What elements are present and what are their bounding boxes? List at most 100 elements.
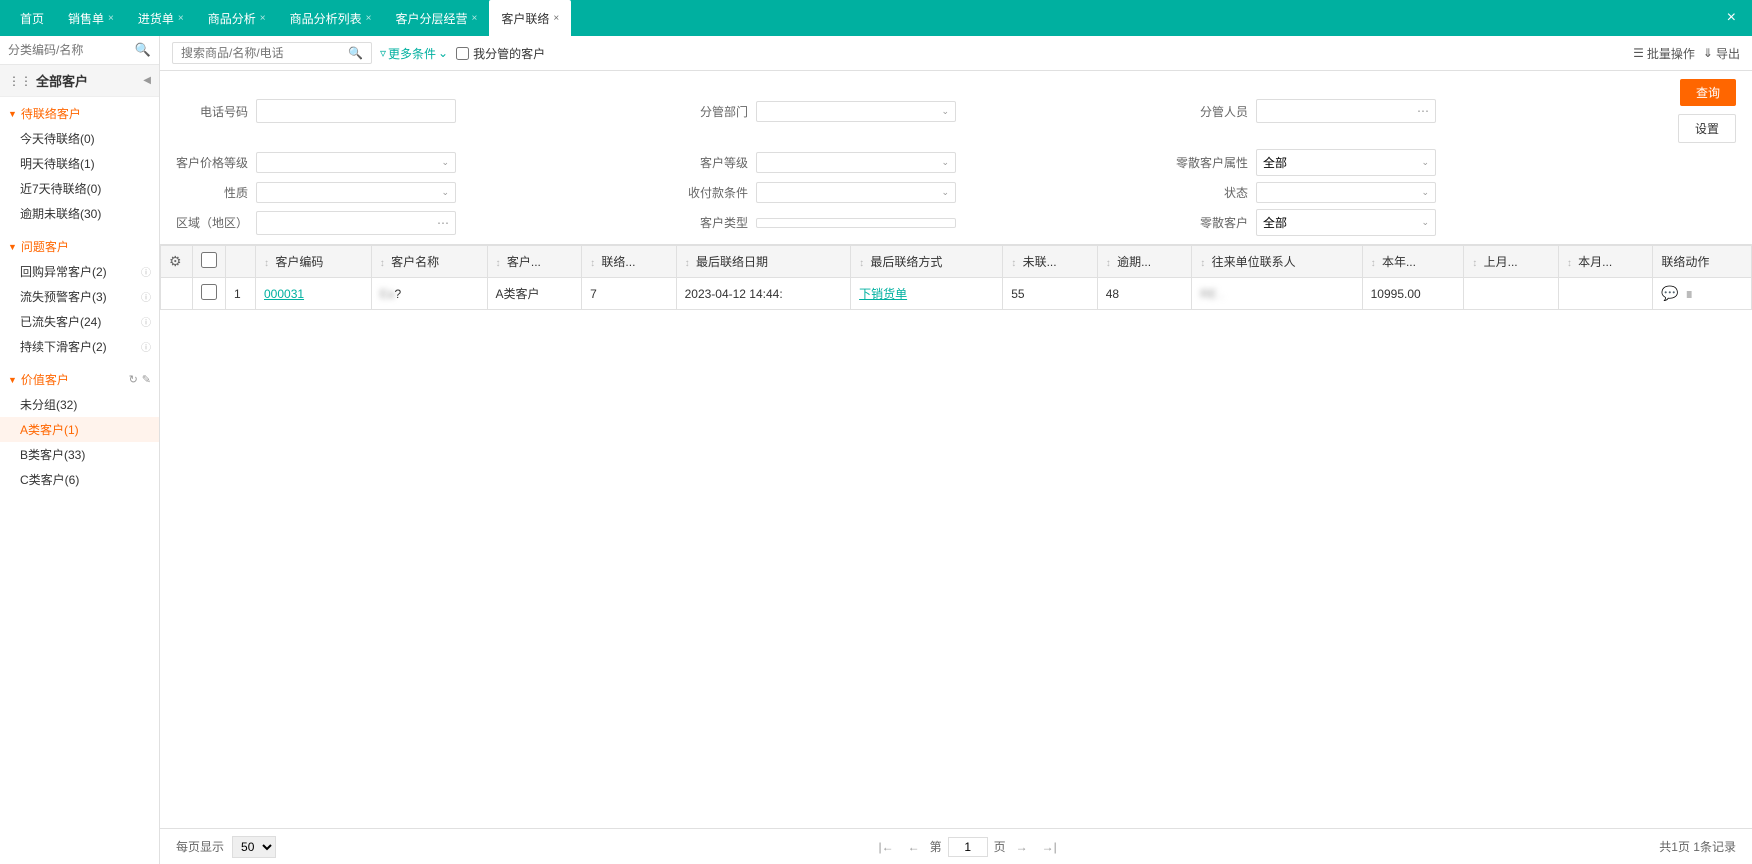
th-current-month[interactable]: ↕ 本月...: [1558, 246, 1653, 278]
filter-input-phone[interactable]: [256, 99, 456, 123]
query-button[interactable]: 查询: [1680, 79, 1736, 106]
row-checkbox[interactable]: [201, 284, 217, 300]
sidebar-search-icon[interactable]: 🔍: [135, 42, 151, 58]
th-customer-name[interactable]: ↕ 客户名称: [371, 246, 487, 278]
th-no-contact-days[interactable]: ↕ 未联...: [1003, 246, 1098, 278]
info-icon[interactable]: ⓘ: [141, 314, 151, 329]
chat-icon[interactable]: 💬: [1661, 285, 1678, 302]
filter-select-payment[interactable]: ⌄: [756, 182, 956, 203]
filter-select-status[interactable]: ⌄: [1256, 182, 1436, 203]
info-icon[interactable]: ⓘ: [141, 339, 151, 354]
sidebar-group-value-title[interactable]: ▼ 价值客户 ↻ ✎: [0, 367, 159, 392]
filter-search-input[interactable]: [181, 46, 344, 60]
sidebar-item-today[interactable]: 今天待联络(0): [0, 126, 159, 151]
settings-icon[interactable]: ⚙: [169, 253, 182, 269]
window-close-button[interactable]: ×: [1719, 9, 1744, 27]
filter-select-nature[interactable]: ⌄: [256, 182, 456, 203]
nav-item-home[interactable]: 首页: [8, 0, 56, 36]
nav-item-customer-contact[interactable]: 客户联络 ×: [489, 0, 571, 36]
th-customer-level[interactable]: ↕ 客户...: [487, 246, 582, 278]
prev-page-button[interactable]: ←: [904, 839, 924, 855]
sidebar-item-churned[interactable]: 已流失客户(24) ⓘ: [0, 309, 159, 334]
close-icon[interactable]: ×: [178, 13, 184, 24]
more-icon[interactable]: ⋯: [437, 216, 449, 230]
th-customer-code[interactable]: ↕ 客户编码: [256, 246, 372, 278]
sidebar-item-tomorrow[interactable]: 明天待联络(1): [0, 151, 159, 176]
info-icon[interactable]: ⓘ: [141, 264, 151, 279]
info-icon[interactable]: ⓘ: [141, 289, 151, 304]
export-button[interactable]: ⇓ 导出: [1703, 45, 1740, 62]
collapse-icon[interactable]: ◀: [143, 75, 151, 86]
sidebar-item-week[interactable]: 近7天待联络(0): [0, 176, 159, 201]
next-page-button[interactable]: →: [1012, 839, 1032, 855]
td-last-contact-method[interactable]: 下销货单: [851, 278, 1003, 310]
sidebar-item-a-class[interactable]: A类客户(1): [0, 417, 159, 442]
select-all-checkbox[interactable]: [201, 252, 217, 268]
th-last-contact-method[interactable]: ↕ 最后联络方式: [851, 246, 1003, 278]
sidebar-item-churn-warning[interactable]: 流失预警客户(3) ⓘ: [0, 284, 159, 309]
filter-select-manager[interactable]: ⋯: [1256, 99, 1436, 123]
page-number-input[interactable]: [948, 837, 988, 857]
filter-select-customer-level[interactable]: ⌄: [756, 152, 956, 173]
refresh-icon[interactable]: ↻: [129, 373, 138, 386]
sidebar-search-input[interactable]: [8, 43, 135, 57]
nav-item-goods-analysis-list[interactable]: 商品分析列表 ×: [278, 0, 384, 36]
sort-icon: ↕: [380, 258, 385, 269]
close-icon[interactable]: ×: [366, 13, 372, 24]
th-contact-count[interactable]: ↕ 联络...: [582, 246, 677, 278]
th-contact-count-label: 联络...: [601, 255, 635, 269]
sidebar-group-problem-title[interactable]: ▼ 问题客户: [0, 234, 159, 259]
close-icon[interactable]: ×: [108, 13, 114, 24]
th-last-month[interactable]: ↕ 上月...: [1464, 246, 1559, 278]
nav-item-sales[interactable]: 销售单 ×: [56, 0, 126, 36]
filter-select-dept[interactable]: ⌄: [756, 101, 956, 122]
filter-select-customer-type[interactable]: [756, 218, 956, 228]
more-icon[interactable]: ⋯: [1417, 104, 1429, 118]
edit-icon[interactable]: ✎: [142, 373, 151, 386]
filter-select-price-level[interactable]: ⌄: [256, 152, 456, 173]
close-icon[interactable]: ×: [553, 13, 559, 24]
filter-select-zero-customer[interactable]: 全部 ⌄: [1256, 209, 1436, 236]
td-checkbox[interactable]: [193, 278, 226, 310]
th-no-contact-days-label: 未联...: [1023, 255, 1057, 269]
th-current-year[interactable]: ↕ 本年...: [1362, 246, 1464, 278]
close-icon[interactable]: ×: [471, 13, 477, 24]
sidebar-item-label: C类客户(6): [20, 471, 79, 488]
sidebar-item-overdue[interactable]: 逾期未联络(30): [0, 201, 159, 226]
th-settings[interactable]: ⚙: [161, 246, 193, 278]
filter-select-zero-attr[interactable]: 全部 ⌄: [1256, 149, 1436, 176]
nav-item-goods-analysis[interactable]: 商品分析 ×: [196, 0, 278, 36]
last-contact-method-link[interactable]: 下销货单: [859, 287, 907, 301]
td-last-month: [1464, 278, 1559, 310]
customer-code-link[interactable]: 000031: [264, 287, 304, 301]
settings-button[interactable]: 设置: [1678, 114, 1736, 143]
th-last-contact-date[interactable]: ↕ 最后联络日期: [676, 246, 850, 278]
sidebar-all-customers[interactable]: ⋮⋮ 全部客户 ◀: [0, 65, 159, 97]
th-overdue-days[interactable]: ↕ 逾期...: [1097, 246, 1192, 278]
th-checkbox[interactable]: [193, 246, 226, 278]
filter-search-icon[interactable]: 🔍: [348, 46, 363, 60]
sidebar-group-pending-title[interactable]: ▼ 待联络客户: [0, 101, 159, 126]
more-conditions-button[interactable]: ▿ 更多条件 ⌄: [380, 45, 448, 62]
my-customers-checkbox[interactable]: 我分管的客户: [456, 45, 545, 62]
last-page-button[interactable]: →|: [1038, 839, 1061, 855]
filter-icon: ▿: [380, 46, 386, 60]
sidebar-item-c-class[interactable]: C类客户(6): [0, 467, 159, 492]
grid-icon: ⋮⋮: [8, 74, 32, 88]
per-page-select[interactable]: 50: [232, 836, 276, 858]
close-icon[interactable]: ×: [260, 13, 266, 24]
filter-select-region[interactable]: ⋯: [256, 211, 456, 235]
nav-item-customer-tier[interactable]: 客户分层经营 ×: [383, 0, 489, 36]
sidebar-item-repurchase[interactable]: 回购异常客户(2) ⓘ: [0, 259, 159, 284]
my-customers-check[interactable]: [456, 47, 469, 60]
sidebar-item-b-class[interactable]: B类客户(33): [0, 442, 159, 467]
first-page-button[interactable]: |←: [875, 839, 898, 855]
nav-item-purchase[interactable]: 进货单 ×: [126, 0, 196, 36]
qr-code-icon[interactable]: ∎: [1685, 285, 1694, 302]
sidebar-item-declining[interactable]: 持续下滑客户(2) ⓘ: [0, 334, 159, 359]
td-customer-code[interactable]: 000031: [256, 278, 372, 310]
batch-ops-button[interactable]: ☰ 批量操作: [1633, 45, 1695, 62]
sidebar-item-ungroup[interactable]: 未分组(32): [0, 392, 159, 417]
filter-label-zero-attr: 零散客户属性: [1176, 154, 1256, 171]
th-company-contact[interactable]: ↕ 往来单位联系人: [1192, 246, 1362, 278]
